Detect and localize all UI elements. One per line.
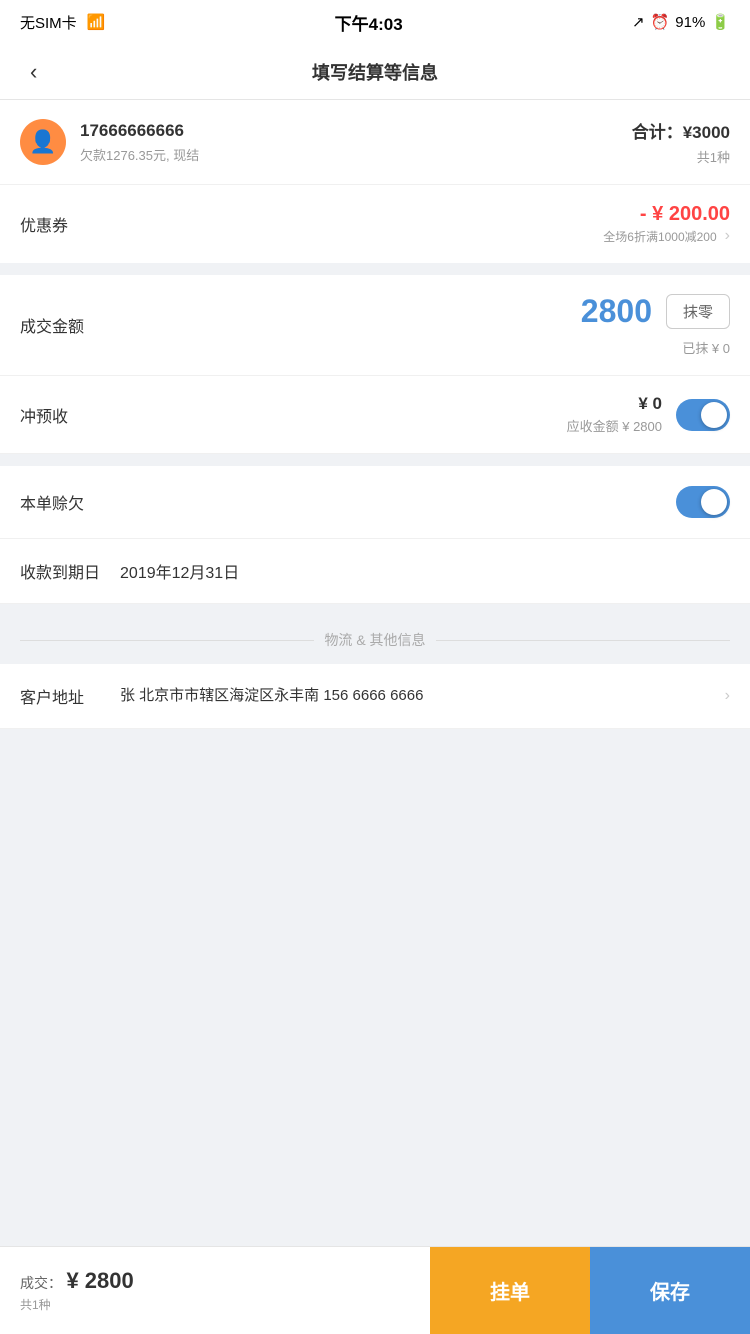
empty-space (0, 729, 750, 909)
alarm-icon: ⏰ (651, 13, 670, 31)
user-card: 👤 17666666666 欠款1276.35元, 现结 合计：¥3000 共1… (0, 100, 750, 185)
deal-amount-label: 成交金额 (20, 313, 84, 337)
save-button[interactable]: 保存 (590, 1247, 750, 1334)
wifi-icon: 📶 (87, 13, 106, 31)
prepay-values: ¥ 0 应收金额 ¥ 2800 (567, 394, 662, 435)
deal-amount-section: 成交金额 2800 抹零 已抹 ¥ 0 冲预收 ¥ 0 应收金额 ¥ 2800 (0, 275, 750, 454)
credit-label: 本单赊欠 (20, 490, 84, 514)
user-total: 合计：¥3000 共1种 (632, 118, 730, 166)
address-label: 客户地址 (20, 684, 110, 708)
status-time: 下午4:03 (335, 10, 403, 35)
avatar: 👤 (20, 119, 66, 165)
nav-bar: ‹ 填写结算等信息 (0, 44, 750, 100)
battery-icon: 🔋 (711, 13, 730, 31)
credit-toggle[interactable] (676, 486, 730, 518)
page-title: 填写结算等信息 (312, 59, 438, 85)
status-right: ↗ ⏰ 91% 🔋 (632, 13, 730, 31)
due-date-value: 2019年12月31日 (120, 559, 239, 583)
coupon-row[interactable]: 优惠券 - ¥ 200.00 全场6折满1000减200 › (0, 185, 750, 263)
user-details: 17666666666 欠款1276.35元, 现结 (80, 121, 199, 164)
deal-amount-row: 成交金额 2800 抹零 已抹 ¥ 0 (0, 275, 750, 376)
prepay-right: ¥ 0 应收金额 ¥ 2800 (567, 394, 730, 435)
deal-amount-value: 2800 抹零 (581, 293, 730, 330)
bottom-deal-info: 成交： ¥ 2800 共1种 (0, 1268, 430, 1313)
back-button[interactable]: ‹ (20, 49, 47, 95)
status-bar: 无SIM卡 📶 下午4:03 ↗ ⏰ 91% 🔋 (0, 0, 750, 44)
coupon-arrow-icon: › (725, 227, 730, 245)
total-count: 共1种 (632, 147, 730, 166)
bottom-deal-count: 共1种 (20, 1296, 410, 1313)
carrier-label: 无SIM卡 (20, 12, 77, 33)
deal-number: 2800 (581, 293, 652, 330)
main-content: 👤 17666666666 欠款1276.35元, 现结 合计：¥3000 共1… (0, 100, 750, 1009)
divider-2 (0, 454, 750, 466)
total-amount: 合计：¥3000 (632, 118, 730, 143)
coupon-section: 优惠券 - ¥ 200.00 全场6折满1000减200 › (0, 185, 750, 263)
coupon-amount: - ¥ 200.00 (603, 203, 730, 226)
bottom-deal-label: 成交： (20, 1275, 62, 1291)
bottom-bar: 成交： ¥ 2800 共1种 挂单 保存 (0, 1246, 750, 1334)
address-arrow-icon: › (725, 687, 730, 705)
prepay-receivable: 应收金额 ¥ 2800 (567, 416, 662, 435)
user-info-left: 👤 17666666666 欠款1276.35元, 现结 (20, 119, 199, 165)
coupon-description: 全场6折满1000减200 (603, 228, 716, 245)
coupon-right: - ¥ 200.00 全场6折满1000减200 › (603, 203, 730, 245)
user-phone: 17666666666 (80, 121, 199, 141)
due-date-label: 收款到期日 (20, 559, 100, 583)
bottom-buttons: 挂单 保存 (430, 1247, 750, 1334)
logistics-label-text: 物流 & 其他信息 (324, 630, 425, 650)
credit-row: 本单赊欠 (0, 466, 750, 539)
logistics-section-label: 物流 & 其他信息 (0, 616, 750, 664)
round-zero-button[interactable]: 抹零 (666, 294, 730, 329)
battery-label: 91% (675, 14, 705, 31)
prepay-zero: ¥ 0 (567, 394, 662, 414)
divider-1 (0, 263, 750, 275)
status-left: 无SIM卡 📶 (20, 12, 105, 33)
prepay-toggle[interactable] (676, 399, 730, 431)
hold-button[interactable]: 挂单 (430, 1247, 590, 1334)
address-row[interactable]: 客户地址 张 北京市市辖区海淀区永丰南 156 6666 6666 › (0, 664, 750, 729)
bottom-deal-amount: ¥ 2800 (66, 1268, 133, 1293)
bottom-deal-label-row: 成交： ¥ 2800 (20, 1268, 410, 1294)
location-icon: ↗ (632, 13, 645, 31)
prepay-row: 冲预收 ¥ 0 应收金额 ¥ 2800 (0, 376, 750, 454)
due-date-row: 收款到期日 2019年12月31日 (0, 539, 750, 604)
user-debt: 欠款1276.35元, 现结 (80, 145, 199, 164)
divider-3 (0, 604, 750, 616)
deal-already-zero: 已抹 ¥ 0 (682, 338, 730, 357)
prepay-label: 冲预收 (20, 403, 68, 427)
address-value: 张 北京市市辖区海淀区永丰南 156 6666 6666 (120, 685, 715, 708)
coupon-label: 优惠券 (20, 212, 68, 236)
